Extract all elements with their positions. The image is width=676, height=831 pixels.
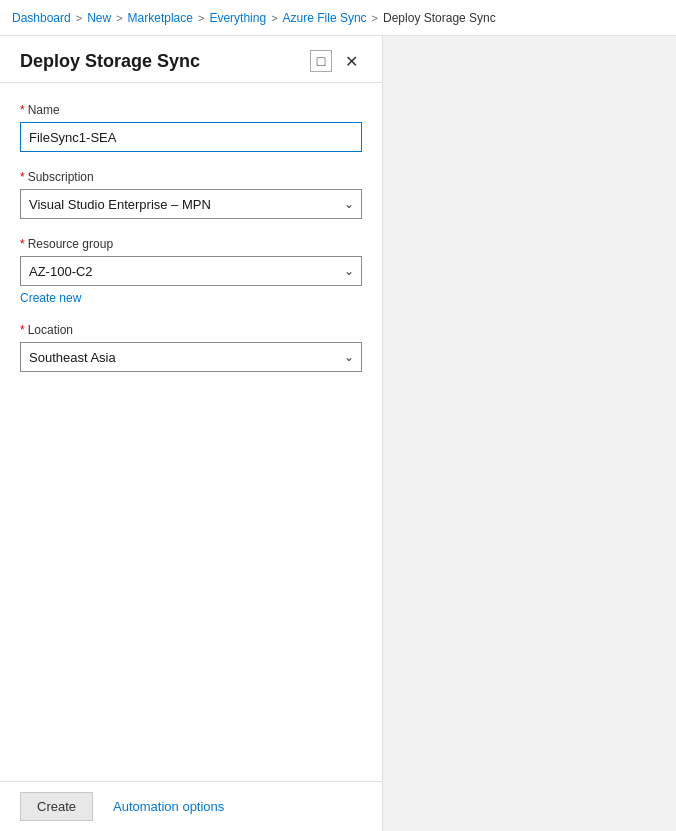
subscription-field-group: *Subscription Visual Studio Enterprise –…: [20, 170, 362, 219]
panel-title: Deploy Storage Sync: [20, 51, 200, 72]
subscription-select[interactable]: Visual Studio Enterprise – MPN: [20, 189, 362, 219]
name-input[interactable]: [20, 122, 362, 152]
name-label: *Name: [20, 103, 362, 117]
maximize-button[interactable]: □: [310, 50, 332, 72]
close-button[interactable]: ✕: [340, 50, 362, 72]
breadcrumb-sep-1: >: [76, 12, 82, 24]
panel-content: *Name *Subscription Visual Studio Enterp…: [0, 83, 382, 781]
create-button[interactable]: Create: [20, 792, 93, 821]
breadcrumb-sep-3: >: [198, 12, 204, 24]
location-label: *Location: [20, 323, 362, 337]
location-select[interactable]: Southeast Asia: [20, 342, 362, 372]
location-required-star: *: [20, 323, 25, 337]
location-select-wrapper: Southeast Asia ⌄: [20, 342, 362, 372]
panel-footer: Create Automation options: [0, 781, 382, 831]
resource-group-field-group: *Resource group AZ-100-C2 ⌄ Create new: [20, 237, 362, 305]
breadcrumb: Dashboard > New > Marketplace > Everythi…: [0, 0, 676, 36]
breadcrumb-sep-5: >: [372, 12, 378, 24]
resource-group-select[interactable]: AZ-100-C2: [20, 256, 362, 286]
breadcrumb-new[interactable]: New: [87, 11, 111, 25]
subscription-label: *Subscription: [20, 170, 362, 184]
panel-header-icons: □ ✕: [310, 50, 362, 72]
location-field-group: *Location Southeast Asia ⌄: [20, 323, 362, 372]
name-required-star: *: [20, 103, 25, 117]
deploy-panel: Deploy Storage Sync □ ✕ *Name *Subscript…: [0, 36, 383, 831]
breadcrumb-marketplace[interactable]: Marketplace: [128, 11, 193, 25]
breadcrumb-everything[interactable]: Everything: [209, 11, 266, 25]
subscription-required-star: *: [20, 170, 25, 184]
breadcrumb-sep-2: >: [116, 12, 122, 24]
breadcrumb-deploy-storage-sync: Deploy Storage Sync: [383, 11, 496, 25]
breadcrumb-dashboard[interactable]: Dashboard: [12, 11, 71, 25]
breadcrumb-sep-4: >: [271, 12, 277, 24]
name-field-group: *Name: [20, 103, 362, 152]
automation-options-button[interactable]: Automation options: [113, 793, 224, 820]
main-layout: Deploy Storage Sync □ ✕ *Name *Subscript…: [0, 36, 676, 831]
breadcrumb-azure-file-sync[interactable]: Azure File Sync: [283, 11, 367, 25]
resource-group-required-star: *: [20, 237, 25, 251]
right-area: [383, 36, 676, 831]
panel-header: Deploy Storage Sync □ ✕: [0, 36, 382, 83]
resource-group-select-wrapper: AZ-100-C2 ⌄: [20, 256, 362, 286]
resource-group-label: *Resource group: [20, 237, 362, 251]
subscription-select-wrapper: Visual Studio Enterprise – MPN ⌄: [20, 189, 362, 219]
create-new-link[interactable]: Create new: [20, 291, 81, 305]
